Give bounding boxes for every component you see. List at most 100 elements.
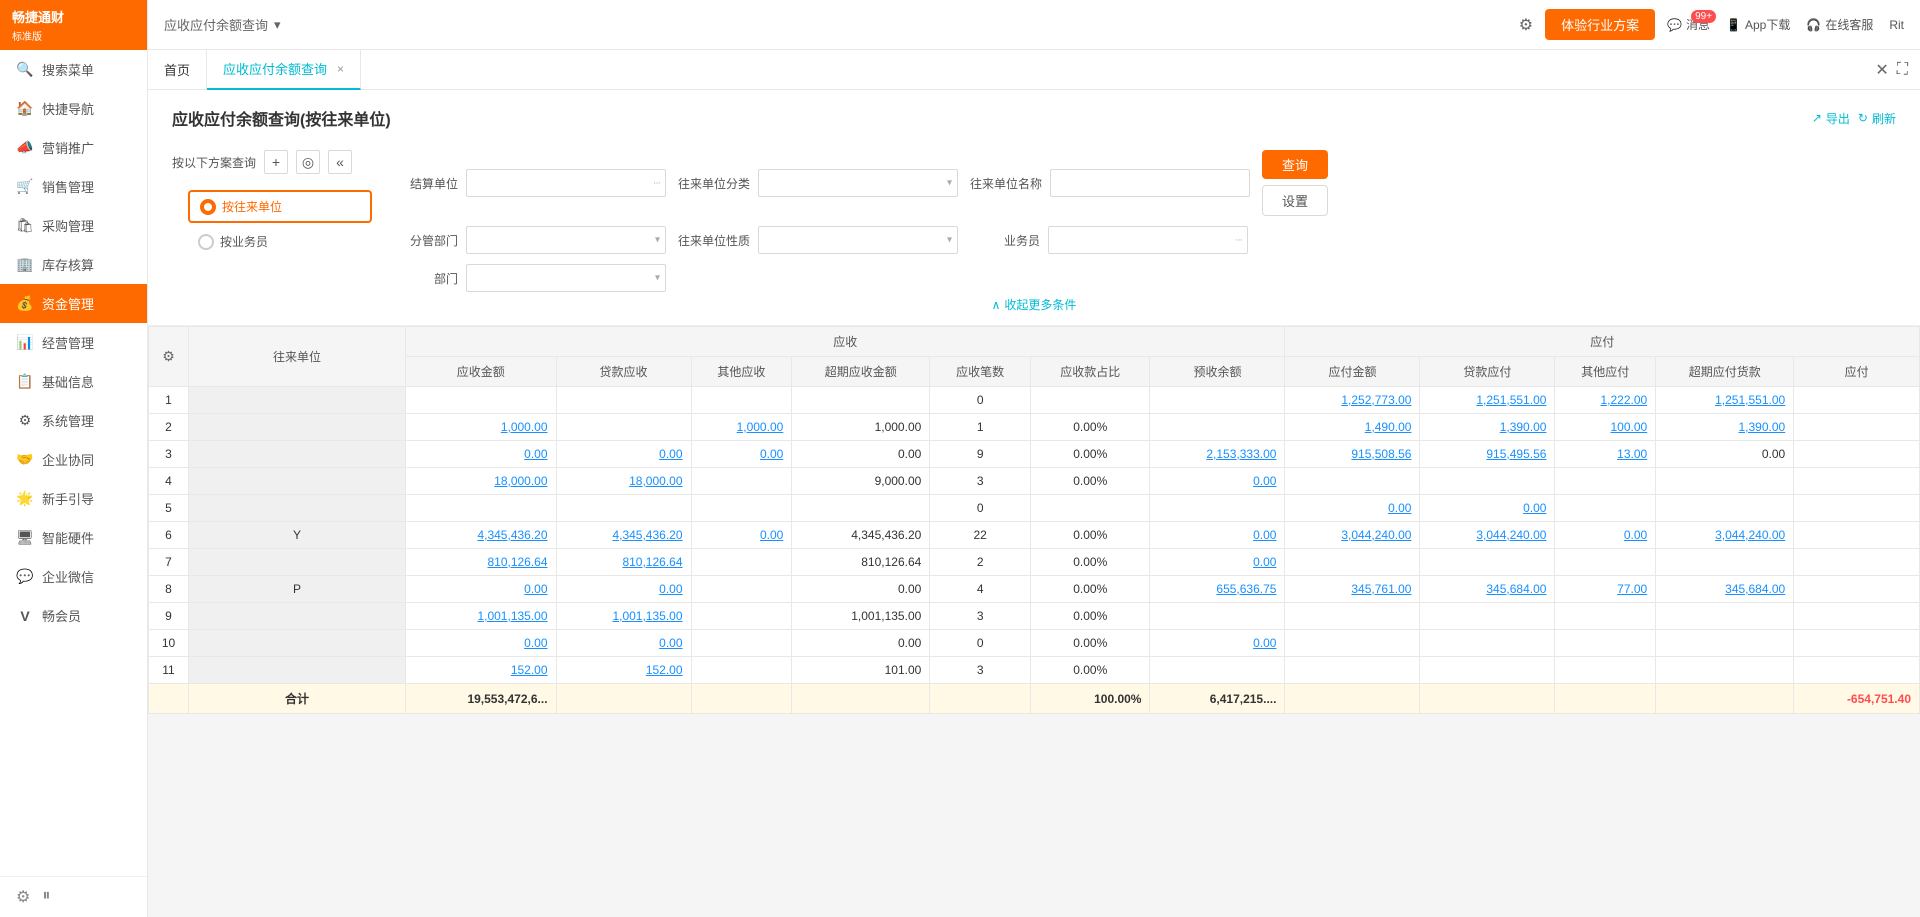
row-ap-loan[interactable]: 0.00 (1420, 495, 1555, 522)
row-ar-loan[interactable]: 1,001,135.00 (556, 603, 691, 630)
row-ap-loan[interactable]: 1,390.00 (1420, 414, 1555, 441)
th-setting[interactable]: ⚙ (149, 327, 189, 387)
sidebar-item-marketing[interactable]: 📣 营销推广 (0, 128, 147, 167)
edit-scheme-button[interactable]: ◎ (296, 150, 320, 174)
table-setting-icon[interactable]: ⚙ (162, 348, 175, 364)
row-ap-amount[interactable]: 1,490.00 (1285, 414, 1420, 441)
online-service[interactable]: 🎧 在线客服 (1806, 16, 1873, 33)
sidebar-item-search-menu[interactable]: 🔍 搜索菜单 (0, 50, 147, 89)
export-button[interactable]: ↗ 导出 (1812, 110, 1850, 127)
th-ar-loan: 贷款应收 (556, 357, 691, 387)
sidebar-item-operation[interactable]: 📊 经营管理 (0, 323, 147, 362)
collapse-filter-button[interactable]: ∧ 收起更多条件 (172, 296, 1896, 313)
user-profile[interactable]: Rit (1889, 18, 1904, 32)
row-ap-loan[interactable]: 3,044,240.00 (1420, 522, 1555, 549)
row-ar-amount[interactable]: 0.00 (406, 441, 557, 468)
row-ap-overdue[interactable]: 3,044,240.00 (1656, 522, 1794, 549)
row-ar-other[interactable]: 0.00 (691, 522, 792, 549)
row-ar-prepay[interactable]: 0.00 (1150, 522, 1285, 549)
row-ar-loan[interactable]: 18,000.00 (556, 468, 691, 495)
row-ap-amount[interactable]: 915,508.56 (1285, 441, 1420, 468)
row-ar-loan[interactable]: 810,126.64 (556, 549, 691, 576)
row-ar-amount[interactable]: 0.00 (406, 576, 557, 603)
row-ar-amount[interactable]: 1,000.00 (406, 414, 557, 441)
sidebar-item-label: 销售管理 (42, 177, 94, 196)
settings-icon[interactable]: ⚙ (16, 887, 30, 907)
sidebar-item-guide[interactable]: 🌟 新手引导 (0, 479, 147, 518)
branch-dept-select[interactable] (466, 226, 666, 254)
row-ap-amount[interactable]: 345,761.00 (1285, 576, 1420, 603)
tab-close-icon[interactable]: × (337, 62, 344, 76)
row-ar-prepay[interactable]: 0.00 (1150, 630, 1285, 657)
tab-ar-balance[interactable]: 应收应付余额查询 × (207, 50, 361, 90)
row-ar-amount[interactable]: 18,000.00 (406, 468, 557, 495)
collapse-icon[interactable]: ⏸ (42, 887, 50, 907)
app-version: 标准版 (12, 28, 64, 43)
row-ap-overdue[interactable]: 1,251,551.00 (1656, 387, 1794, 414)
settlement-unit-input[interactable] (466, 169, 666, 197)
sidebar-item-inventory[interactable]: 🏢 库存核算 (0, 245, 147, 284)
row-ar-prepay[interactable]: 0.00 (1150, 549, 1285, 576)
breadcrumb-dropdown-icon[interactable]: ▾ (274, 17, 281, 33)
sidebar-item-wechat[interactable]: 💬 企业微信 (0, 557, 147, 596)
row-ap-amount[interactable]: 0.00 (1285, 495, 1420, 522)
sidebar-item-purchase[interactable]: 🛍 采购管理 (0, 206, 147, 245)
row-ar-loan[interactable]: 0.00 (556, 441, 691, 468)
salesperson-input[interactable] (1048, 226, 1248, 254)
row-ar-prepay[interactable]: 655,636.75 (1150, 576, 1285, 603)
message-center[interactable]: 💬 消息 99+ (1667, 16, 1710, 33)
row-ap-other[interactable]: 0.00 (1555, 522, 1656, 549)
row-ap-overdue[interactable]: 345,684.00 (1656, 576, 1794, 603)
row-ar-prepay[interactable]: 0.00 (1150, 468, 1285, 495)
setting-button[interactable]: 设置 (1262, 185, 1328, 216)
tab-maximize-icon[interactable]: ⛶ (1897, 61, 1908, 79)
sidebar-item-hardware[interactable]: 🖥 智能硬件 (0, 518, 147, 557)
tab-close-window-icon[interactable]: ✕ (1875, 60, 1888, 80)
header-gear-icon[interactable]: ⚙ (1519, 15, 1533, 35)
partner-category-select[interactable] (758, 169, 958, 197)
row-ar-amount[interactable]: 1,001,135.00 (406, 603, 557, 630)
row-ap-loan[interactable]: 1,251,551.00 (1420, 387, 1555, 414)
row-ap-loan[interactable]: 915,495.56 (1420, 441, 1555, 468)
row-ar-other[interactable]: 1,000.00 (691, 414, 792, 441)
row-ar-amount[interactable]: 152.00 (406, 657, 557, 684)
row-partner (189, 549, 406, 576)
tab-home[interactable]: 首页 (148, 50, 207, 90)
back-scheme-button[interactable]: « (328, 150, 352, 174)
row-ap-other[interactable]: 13.00 (1555, 441, 1656, 468)
add-scheme-button[interactable]: + (264, 150, 288, 174)
row-ar-amount[interactable]: 0.00 (406, 630, 557, 657)
query-button[interactable]: 查询 (1262, 150, 1328, 179)
row-ar-loan[interactable]: 152.00 (556, 657, 691, 684)
row-ap-other[interactable]: 77.00 (1555, 576, 1656, 603)
row-ar-amount[interactable]: 4,345,436.20 (406, 522, 557, 549)
app-download[interactable]: 📱 App下载 (1726, 16, 1790, 33)
partner-nature-select[interactable] (758, 226, 958, 254)
sidebar-item-system[interactable]: ⚙ 系统管理 (0, 401, 147, 440)
view-by-salesperson[interactable]: 按业务员 (188, 227, 372, 256)
partner-name-input[interactable] (1050, 169, 1250, 197)
row-ar-loan[interactable]: 0.00 (556, 630, 691, 657)
refresh-button[interactable]: ↻ 刷新 (1858, 110, 1896, 127)
department-select[interactable] (466, 264, 666, 292)
row-ap-other[interactable]: 1,222.00 (1555, 387, 1656, 414)
row-ar-prepay[interactable]: 2,153,333.00 (1150, 441, 1285, 468)
row-ap-other[interactable]: 100.00 (1555, 414, 1656, 441)
view-by-partner[interactable]: 按往来单位 (188, 190, 372, 223)
row-ap-amount[interactable]: 1,252,773.00 (1285, 387, 1420, 414)
row-ar-amount[interactable]: 810,126.64 (406, 549, 557, 576)
sidebar-item-basic-info[interactable]: 📋 基础信息 (0, 362, 147, 401)
row-ar-other[interactable]: 0.00 (691, 441, 792, 468)
sidebar-item-label: 新手引导 (42, 489, 94, 508)
sidebar-item-member[interactable]: V 畅会员 (0, 596, 147, 635)
row-ap-loan[interactable]: 345,684.00 (1420, 576, 1555, 603)
sidebar-item-quick-nav[interactable]: 🏠 快捷导航 (0, 89, 147, 128)
sidebar-item-enterprise[interactable]: 🤝 企业协同 (0, 440, 147, 479)
row-ar-loan[interactable]: 0.00 (556, 576, 691, 603)
sidebar-item-finance[interactable]: 💰 资金管理 (0, 284, 147, 323)
sidebar-item-sales[interactable]: 🛒 销售管理 (0, 167, 147, 206)
row-ap-overdue[interactable]: 1,390.00 (1656, 414, 1794, 441)
row-ap-amount[interactable]: 3,044,240.00 (1285, 522, 1420, 549)
row-ar-loan[interactable]: 4,345,436.20 (556, 522, 691, 549)
trial-industry-button[interactable]: 体验行业方案 (1545, 9, 1655, 40)
